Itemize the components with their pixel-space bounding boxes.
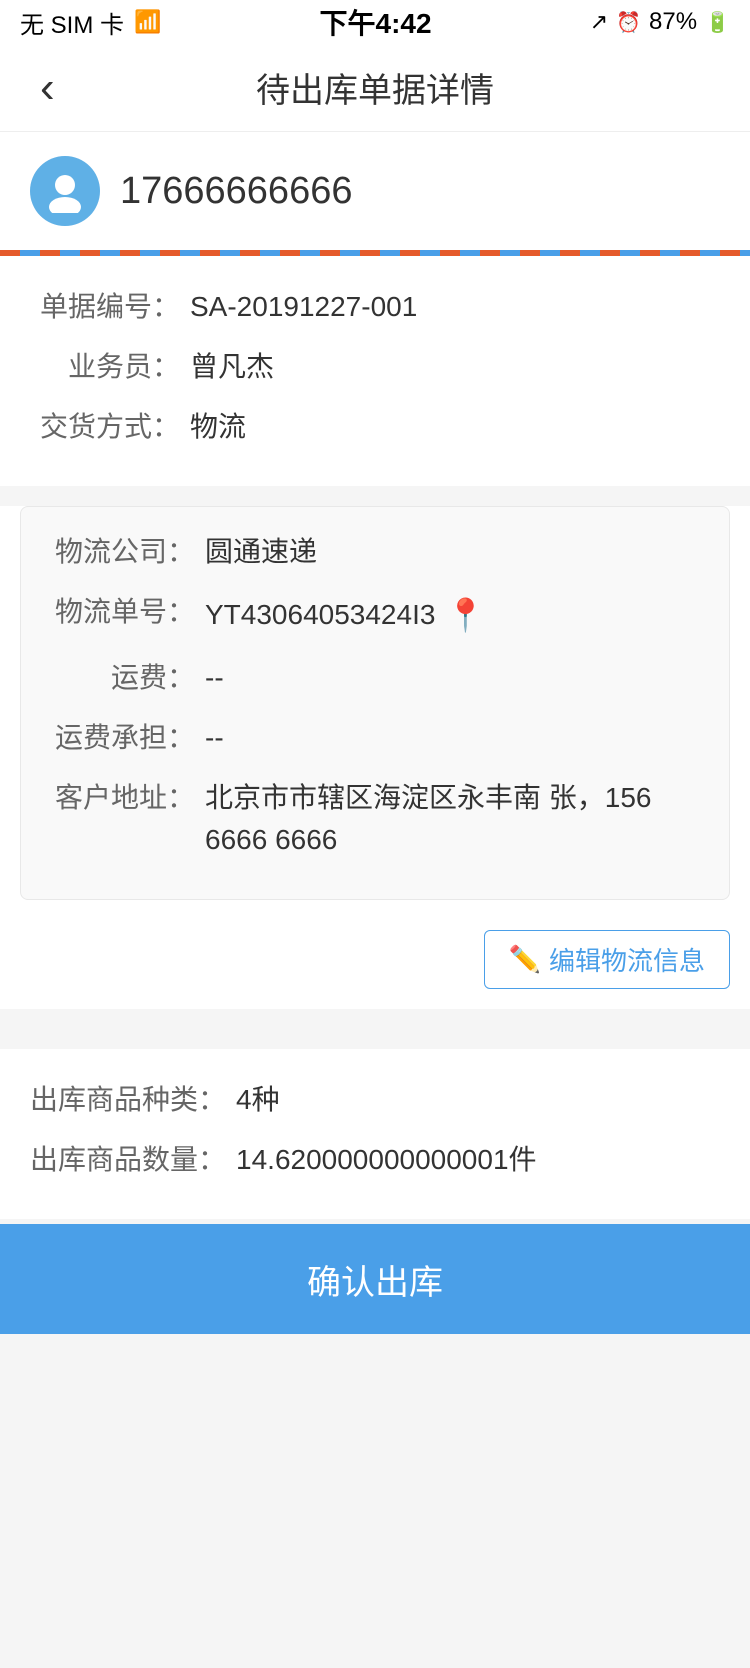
logistics-freight-bearer-value: -- bbox=[205, 717, 705, 759]
logistics-address-label: 客户地址： bbox=[45, 777, 205, 819]
nav-bar: ‹ 待出库单据详情 bbox=[0, 44, 750, 132]
avatar bbox=[30, 156, 100, 226]
delivery-row: 交货方式： 物流 bbox=[30, 406, 720, 448]
logistics-company-row: 物流公司： 圆通速递 bbox=[45, 531, 705, 573]
order-no-label: 单据编号： bbox=[30, 286, 190, 328]
order-no-row: 单据编号： SA-20191227-001 bbox=[30, 286, 720, 328]
logistics-address-row: 客户地址： 北京市市辖区海淀区永丰南 张，156 6666 6666 bbox=[45, 777, 705, 861]
logistics-freight-bearer-row: 运费承担： -- bbox=[45, 717, 705, 759]
delivery-label: 交货方式： bbox=[30, 406, 190, 448]
edit-btn-row: ✏️ 编辑物流信息 bbox=[0, 920, 750, 1009]
alarm-icon: ⏰ bbox=[616, 10, 641, 35]
wifi-icon: 📶 bbox=[134, 9, 161, 35]
logistics-card: 物流公司： 圆通速递 物流单号： YT43064053424I3 📍 运费： -… bbox=[20, 506, 730, 900]
battery-text: 87% bbox=[649, 8, 697, 36]
battery-icon: 🔋 bbox=[705, 10, 730, 35]
logistics-address-value: 北京市市辖区海淀区永丰南 张，156 6666 6666 bbox=[205, 777, 705, 861]
logistics-company-label: 物流公司： bbox=[45, 531, 205, 573]
logistics-tracking-row: 物流单号： YT43064053424I3 📍 bbox=[45, 591, 705, 639]
logistics-company-value: 圆通速递 bbox=[205, 531, 705, 573]
edit-logistics-button[interactable]: ✏️ 编辑物流信息 bbox=[484, 930, 730, 989]
quantity-label: 出库商品数量： bbox=[30, 1139, 236, 1181]
quantity-row: 出库商品数量： 14.620000000000001件 bbox=[30, 1139, 720, 1181]
edit-icon: ✏️ bbox=[509, 944, 541, 975]
logistics-section: 物流公司： 圆通速递 物流单号： YT43064053424I3 📍 运费： -… bbox=[0, 506, 750, 1009]
content-area: 17666666666 单据编号： SA-20191227-001 业务员： 曾… bbox=[0, 132, 750, 1668]
edit-btn-label: 编辑物流信息 bbox=[549, 941, 705, 978]
logistics-freight-value: -- bbox=[205, 657, 705, 699]
customer-phone: 17666666666 bbox=[120, 170, 352, 213]
back-button[interactable]: ‹ bbox=[30, 53, 65, 123]
logistics-tracking-label: 物流单号： bbox=[45, 591, 205, 633]
logistics-freight-row: 运费： -- bbox=[45, 657, 705, 699]
types-label: 出库商品种类： bbox=[30, 1079, 236, 1121]
customer-header: 17666666666 bbox=[0, 132, 750, 250]
stats-section: 出库商品种类： 4种 出库商品数量： 14.620000000000001件 bbox=[0, 1049, 750, 1219]
status-right: ↗ ⏰ 87% 🔋 bbox=[590, 8, 730, 36]
confirm-button-label: 确认出库 bbox=[307, 1255, 443, 1304]
tracking-no-text: YT43064053424I3 bbox=[205, 594, 435, 636]
carrier-text: 无 SIM 卡 bbox=[20, 5, 124, 40]
delivery-value: 物流 bbox=[190, 406, 720, 448]
section-divider-1 bbox=[0, 1029, 750, 1049]
sales-person-row: 业务员： 曾凡杰 bbox=[30, 346, 720, 388]
location-status-icon: ↗ bbox=[590, 9, 608, 35]
sales-person-label: 业务员： bbox=[30, 346, 190, 388]
logistics-freight-label: 运费： bbox=[45, 657, 205, 699]
logistics-tracking-value: YT43064053424I3 📍 bbox=[205, 591, 705, 639]
empty-space bbox=[0, 1348, 750, 1548]
sales-person-value: 曾凡杰 bbox=[190, 346, 720, 388]
tracking-location-icon[interactable]: 📍 bbox=[445, 591, 485, 639]
status-bar: 无 SIM 卡 📶 下午4:42 ↗ ⏰ 87% 🔋 bbox=[0, 0, 750, 44]
quantity-value: 14.620000000000001件 bbox=[236, 1139, 720, 1181]
basic-info-section: 单据编号： SA-20191227-001 业务员： 曾凡杰 交货方式： 物流 bbox=[0, 256, 750, 486]
page-title: 待出库单据详情 bbox=[256, 63, 494, 112]
status-time: 下午4:42 bbox=[320, 2, 432, 42]
types-value: 4种 bbox=[236, 1079, 720, 1121]
types-row: 出库商品种类： 4种 bbox=[30, 1079, 720, 1121]
logistics-freight-bearer-label: 运费承担： bbox=[45, 717, 205, 759]
status-left: 无 SIM 卡 📶 bbox=[20, 5, 161, 40]
confirm-bar[interactable]: 确认出库 bbox=[0, 1224, 750, 1334]
order-no-value: SA-20191227-001 bbox=[190, 286, 720, 328]
